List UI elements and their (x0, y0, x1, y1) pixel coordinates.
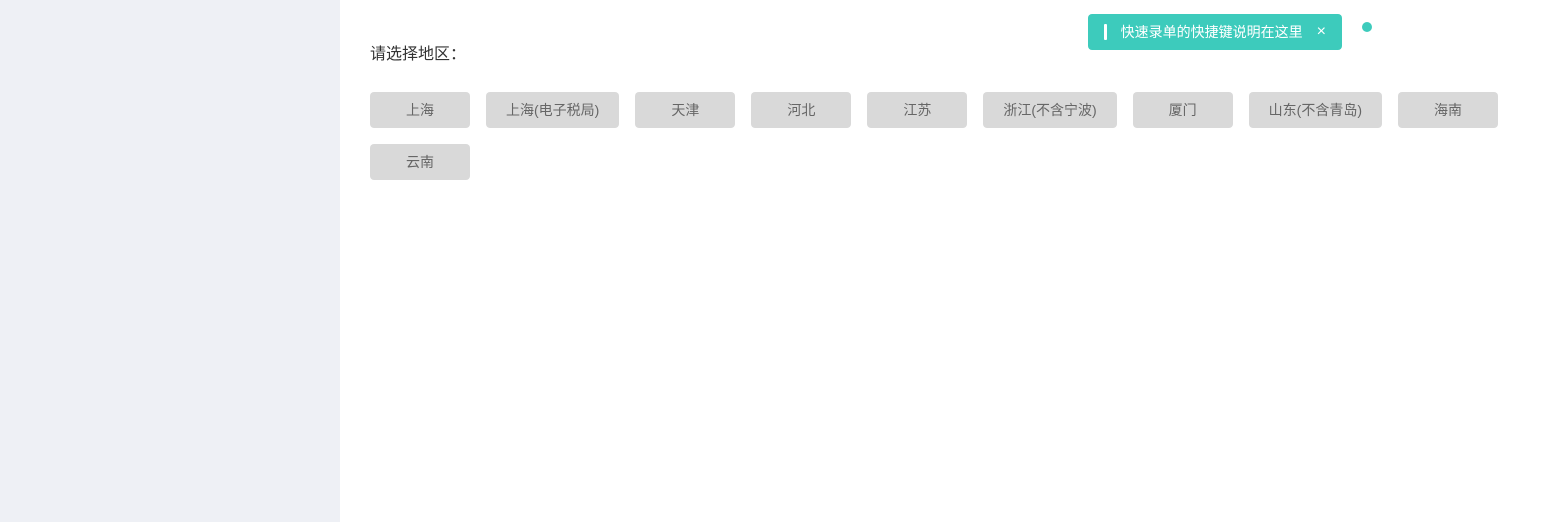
region-btn-hainan[interactable]: 海南 (1398, 92, 1498, 128)
tooltip-dot (1362, 22, 1372, 32)
region-btn-shandong[interactable]: 山东(不含青岛) (1249, 92, 1382, 128)
sidebar (0, 0, 340, 522)
region-btn-xiamen[interactable]: 厦门 (1133, 92, 1233, 128)
region-btn-shanghai-etax[interactable]: 上海(电子税局) (486, 92, 619, 128)
region-btn-zhejiang[interactable]: 浙江(不含宁波) (983, 92, 1116, 128)
region-btn-shanghai[interactable]: 上海 (370, 92, 470, 128)
tooltip-text: 快速录单的快捷键说明在这里 (1121, 22, 1303, 42)
region-btn-tianjin[interactable]: 天津 (635, 92, 735, 128)
region-btn-yunnan[interactable]: 云南 (370, 144, 470, 180)
tooltip-banner: 快速录单的快捷键说明在这里 × (1088, 14, 1342, 50)
region-btn-jiangsu[interactable]: 江苏 (867, 92, 967, 128)
main-content: 请选择地区： 上海上海(电子税局) 天津河北江苏浙江(不含宁波) 厦门山东(不含青岛… (340, 0, 1562, 522)
region-btn-hebei[interactable]: 河北 (751, 92, 851, 128)
tooltip-close-button[interactable]: × (1317, 23, 1326, 41)
region-grid: 上海上海(电子税局) 天津河北江苏浙江(不含宁波) 厦门山东(不含青岛) 海南云南 (370, 92, 1532, 180)
page-title: 请选择地区： (370, 40, 1532, 64)
